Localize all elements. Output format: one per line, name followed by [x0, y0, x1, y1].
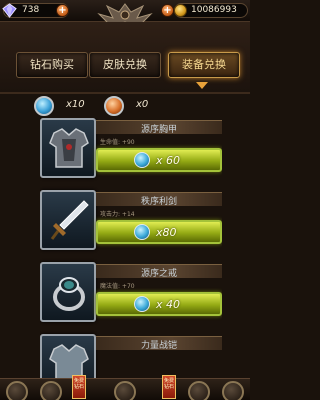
ring-icon — [53, 277, 85, 311]
exchange-cost: x 40 — [156, 298, 181, 311]
tab-bar: 钻石购买 皮肤兑换 装备兑换 — [0, 22, 250, 94]
gold-balance: + 10086993 — [161, 3, 248, 18]
blue-token-icon — [34, 96, 54, 116]
gold-count: 10086993 — [191, 5, 237, 15]
list-item: 源序胸甲 生命值: +90 x 60 — [40, 118, 222, 190]
list-item: 源序之戒 魔法值: +70 x 40 — [40, 262, 222, 334]
bottom-bar: 免费钻石 免费钻石 — [0, 375, 250, 400]
orange-token-icon — [104, 96, 124, 116]
menu-round-button[interactable] — [114, 381, 136, 400]
token-counters: x10 x0 — [30, 96, 230, 118]
currency-bar: 738 + + 10086993 — [0, 0, 250, 27]
free-diamond-flag[interactable]: 免费钻石 — [72, 375, 86, 399]
equipment-list[interactable]: 源序胸甲 生命值: +90 x 60 秩序利剑 攻击力: +14 x80 源序之… — [40, 118, 222, 380]
free-diamond-flag[interactable]: 免费钻石 — [162, 375, 176, 399]
item-frame[interactable] — [40, 190, 96, 250]
exchange-cost: x 60 — [156, 154, 181, 167]
armor-icon — [49, 128, 89, 168]
exchange-button[interactable]: x 60 — [96, 148, 222, 172]
blue-token-count: x10 — [66, 99, 85, 110]
blue-token-icon — [134, 152, 150, 168]
list-item: 秩序利剑 攻击力: +14 x80 — [40, 190, 222, 262]
item-frame[interactable] — [40, 118, 96, 178]
menu-round-button[interactable] — [6, 381, 28, 400]
item-title-strip: 源序之戒 — [96, 264, 222, 279]
blue-token-icon — [134, 296, 150, 312]
item-name: 力量战铠 — [140, 341, 177, 351]
menu-round-button[interactable] — [40, 381, 62, 400]
exchange-button[interactable]: x80 — [96, 220, 222, 244]
item-frame[interactable] — [40, 262, 96, 322]
orange-token-count: x0 — [136, 99, 149, 110]
tab-diamond-purchase[interactable]: 钻石购买 — [16, 52, 88, 78]
active-tab-arrow-icon — [196, 82, 208, 89]
item-stat: 生命值: +90 — [100, 139, 135, 146]
exchange-cost: x80 — [156, 226, 177, 239]
item-title-strip: 力量战铠 — [96, 336, 222, 351]
list-item: 力量战铠 — [40, 334, 222, 380]
add-gold-button[interactable]: + — [161, 4, 174, 17]
item-stat: 魔法值: +70 — [100, 283, 135, 290]
tab-equipment-exchange[interactable]: 装备兑换 — [168, 52, 240, 78]
item-name: 源序胸甲 — [140, 125, 177, 135]
item-title-strip: 秩序利剑 — [96, 192, 222, 207]
sword-icon — [50, 200, 89, 240]
menu-round-button[interactable] — [222, 381, 244, 400]
gold-coin-icon — [174, 4, 187, 17]
add-gems-button[interactable]: + — [56, 4, 69, 17]
diamond-icon — [2, 3, 17, 18]
blue-token-icon — [134, 224, 150, 240]
gem-balance: 738 + — [2, 3, 69, 18]
item-frame[interactable] — [40, 334, 96, 380]
item-title-strip: 源序胸甲 — [96, 120, 222, 135]
tab-skin-exchange[interactable]: 皮肤兑换 — [89, 52, 161, 78]
gem-count: 738 — [22, 5, 40, 15]
item-stat: 攻击力: +14 — [100, 211, 135, 218]
item-name: 源序之戒 — [140, 269, 177, 279]
menu-round-button[interactable] — [188, 381, 210, 400]
item-name: 秩序利剑 — [140, 197, 177, 207]
exchange-button[interactable]: x 40 — [96, 292, 222, 316]
